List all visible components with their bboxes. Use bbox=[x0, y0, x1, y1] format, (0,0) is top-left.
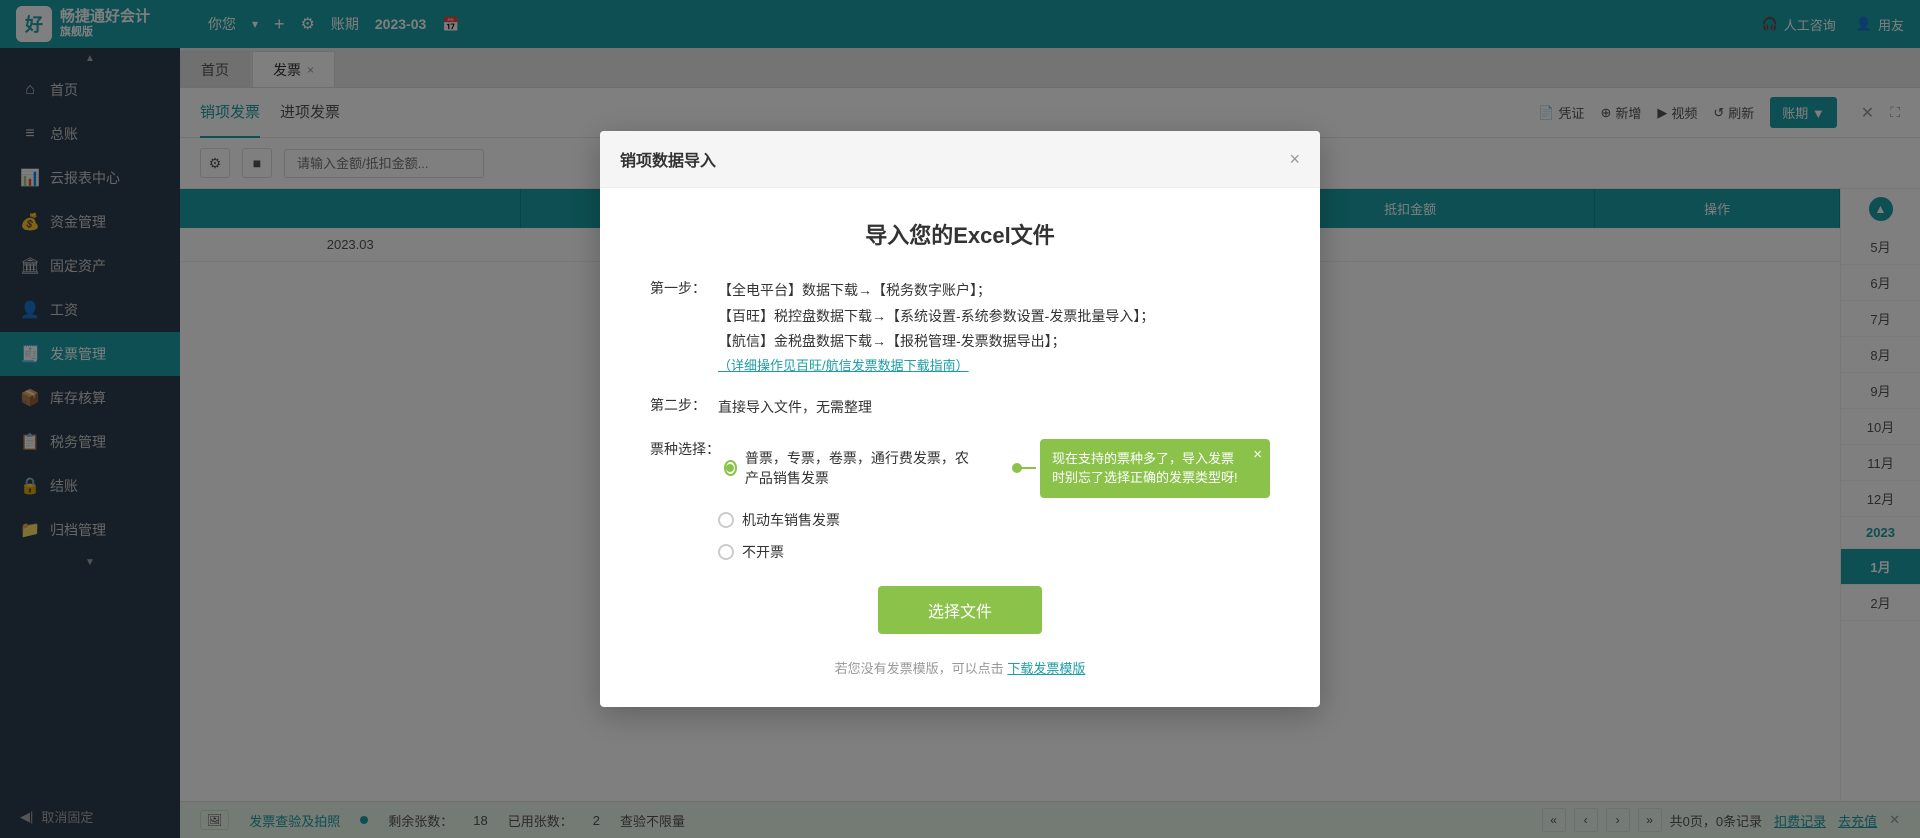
step2-label: 第二步： bbox=[650, 395, 706, 415]
step1-line1: 【全电平台】数据下载→【税务数字账户】； bbox=[718, 278, 1154, 303]
ticket-option-2-row: 机动车销售发票 bbox=[650, 510, 1270, 530]
step2-content: 直接导入文件，无需整理 bbox=[718, 395, 872, 420]
step1-line3: 【航信】金税盘数据下载→【报税管理-发票数据导出】； bbox=[718, 329, 1154, 354]
tooltip-container: 现在支持的票种多了，导入发票时别忘了选择正确的发票类型呀! × bbox=[1040, 439, 1270, 498]
step1-row: 第一步： 【全电平台】数据下载→【税务数字账户】； 【百旺】税控盘数据下载→【系… bbox=[650, 278, 1270, 377]
modal-main-title: 导入您的Excel文件 bbox=[650, 218, 1270, 250]
step1-content: 【全电平台】数据下载→【税务数字账户】； 【百旺】税控盘数据下载→【系统设置-系… bbox=[718, 278, 1154, 377]
radio-option-2[interactable] bbox=[718, 512, 734, 528]
tooltip-close-btn[interactable]: × bbox=[1253, 444, 1262, 467]
modal-footer-text: 若您没有发票模版，可以点击 下载发票模版 bbox=[650, 658, 1270, 677]
radio-label-2: 机动车销售发票 bbox=[742, 510, 840, 530]
radio-option-1[interactable] bbox=[724, 460, 737, 476]
modal-close-btn[interactable]: × bbox=[1289, 150, 1300, 168]
download-template-link[interactable]: 下载发票模版 bbox=[1007, 661, 1085, 676]
modal-title: 销项数据导入 bbox=[620, 147, 716, 171]
ticket-option-1-container: 普票，专票，卷票，通行费发票，农产品销售发票 现在支持的票种多了，导入发票时别忘… bbox=[724, 439, 1270, 498]
tooltip-text: 现在支持的票种多了，导入发票时别忘了选择正确的发票类型呀! bbox=[1052, 451, 1238, 486]
step1-label: 第一步： bbox=[650, 278, 706, 298]
radio-dot-1 bbox=[726, 464, 734, 472]
ticket-label: 票种选择： bbox=[650, 439, 712, 459]
step1-line2: 【百旺】税控盘数据下载→【系统设置-系统参数设置-发票批量导入】； bbox=[718, 304, 1154, 329]
tooltip-dot bbox=[1012, 463, 1022, 473]
select-file-button[interactable]: 选择文件 bbox=[878, 586, 1042, 634]
ticket-label-row: 票种选择： 普票，专票，卷票，通行费发票，农产品销售发票 现在支持的票种多了，导… bbox=[650, 439, 1270, 498]
ticket-selection: 票种选择： 普票，专票，卷票，通行费发票，农产品销售发票 现在支持的票种多了，导… bbox=[650, 439, 1270, 562]
tooltip-bubble: 现在支持的票种多了，导入发票时别忘了选择正确的发票类型呀! × bbox=[1040, 439, 1270, 498]
radio-label-1: 普票，专票，卷票，通行费发票，农产品销售发票 bbox=[745, 448, 982, 488]
modal-body: 导入您的Excel文件 第一步： 【全电平台】数据下载→【税务数字账户】； 【百… bbox=[600, 188, 1320, 706]
step2-row: 第二步： 直接导入文件，无需整理 bbox=[650, 395, 1270, 420]
modal-overlay[interactable]: 销项数据导入 × 导入您的Excel文件 第一步： 【全电平台】数据下载→【税务… bbox=[0, 0, 1920, 838]
step1-link[interactable]: （详细操作见百旺/航信发票数据下载指南） bbox=[718, 354, 1154, 377]
import-modal: 销项数据导入 × 导入您的Excel文件 第一步： 【全电平台】数据下载→【税务… bbox=[600, 131, 1320, 706]
ticket-option-3-row: 不开票 bbox=[650, 542, 1270, 562]
radio-option-3[interactable] bbox=[718, 544, 734, 560]
modal-header: 销项数据导入 × bbox=[600, 131, 1320, 188]
radio-label-3: 不开票 bbox=[742, 542, 784, 562]
